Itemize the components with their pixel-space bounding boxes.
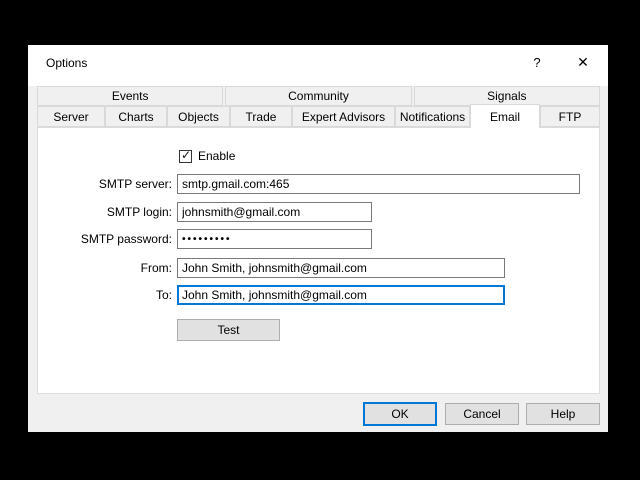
tab-server[interactable]: Server [37, 106, 105, 127]
question-mark-icon: ? [533, 55, 540, 70]
to-label: To: [39, 288, 172, 302]
smtp-password-input[interactable] [177, 229, 372, 249]
tab-row-top: Events Community Signals [37, 86, 600, 106]
smtp-password-label: SMTP password: [39, 232, 172, 246]
smtp-server-label: SMTP server: [39, 177, 172, 191]
tab-row-bottom: Server Charts Objects Trade Expert Advis… [37, 106, 600, 127]
to-input[interactable] [177, 285, 505, 305]
tab-email[interactable]: Email [470, 104, 540, 128]
close-button[interactable]: ✕ [568, 45, 598, 79]
smtp-login-label: SMTP login: [39, 205, 172, 219]
tab-objects[interactable]: Objects [167, 106, 230, 127]
test-button[interactable]: Test [177, 319, 280, 341]
close-icon: ✕ [577, 54, 589, 71]
enable-checkbox-row: Enable [179, 149, 235, 163]
tab-signals[interactable]: Signals [414, 86, 600, 106]
tab-events[interactable]: Events [37, 86, 223, 106]
from-label: From: [39, 261, 172, 275]
help-button[interactable]: Help [526, 403, 600, 425]
from-input[interactable] [177, 258, 505, 278]
enable-checkbox[interactable] [179, 150, 192, 163]
smtp-server-input[interactable] [177, 174, 580, 194]
title-bar: Options ? ✕ [28, 45, 608, 86]
email-tab-panel: Enable SMTP server: SMTP login: SMTP pas… [37, 127, 600, 394]
tab-expert-advisors[interactable]: Expert Advisors [292, 106, 395, 127]
tab-notifications[interactable]: Notifications [395, 106, 470, 127]
tab-ftp[interactable]: FTP [540, 106, 600, 127]
options-dialog: Options ? ✕ Events Community Signals Ser… [28, 45, 608, 432]
tab-trade[interactable]: Trade [230, 106, 292, 127]
smtp-login-input[interactable] [177, 202, 372, 222]
dialog-title: Options [46, 56, 87, 70]
help-titlebar-button[interactable]: ? [522, 45, 552, 79]
tab-community[interactable]: Community [225, 86, 411, 106]
ok-button[interactable]: OK [363, 402, 437, 426]
enable-checkbox-label: Enable [198, 149, 235, 163]
tab-charts[interactable]: Charts [105, 106, 167, 127]
cancel-button[interactable]: Cancel [445, 403, 519, 425]
